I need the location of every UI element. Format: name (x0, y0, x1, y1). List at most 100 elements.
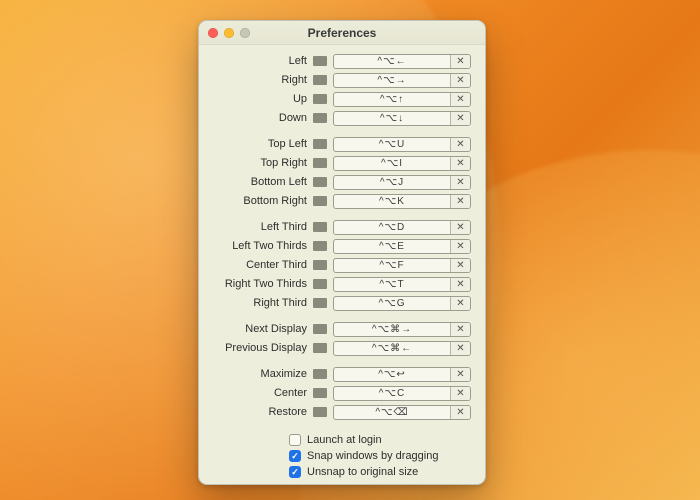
shortcut-row: Restore ^⌥⌫✕ (211, 404, 471, 420)
checkbox[interactable] (289, 450, 301, 462)
preferences-window: Preferences Left^⌥←✕Right^⌥→✕Up^⌥↑✕Down^… (198, 20, 486, 485)
shortcut-label: Bottom Left (211, 176, 307, 188)
shortcut-label: Next Display (211, 323, 307, 335)
clear-shortcut-button[interactable]: ✕ (450, 406, 470, 419)
shortcut-value: ^⌥F (334, 259, 450, 272)
clear-shortcut-button[interactable]: ✕ (450, 297, 470, 310)
shortcut-label: Bottom Right (211, 195, 307, 207)
shortcut-value: ^⌥D (334, 221, 450, 234)
shortcut-row: Top Left ^⌥U✕ (211, 136, 471, 152)
preferences-content: Left^⌥←✕Right^⌥→✕Up^⌥↑✕Down^⌥↓✕Top Left^… (199, 45, 485, 484)
clear-shortcut-button[interactable]: ✕ (450, 278, 470, 291)
shortcut-field[interactable]: ^⌥C✕ (333, 386, 471, 401)
shortcut-field[interactable]: ^⌥G✕ (333, 296, 471, 311)
clear-shortcut-button[interactable]: ✕ (450, 55, 470, 68)
shortcut-row: Top Right ^⌥I✕ (211, 155, 471, 171)
shortcut-field[interactable]: ^⌥U✕ (333, 137, 471, 152)
clear-shortcut-button[interactable]: ✕ (450, 112, 470, 125)
shortcut-row: Center Third ^⌥F✕ (211, 257, 471, 273)
checkbox[interactable] (289, 434, 301, 446)
shortcut-label: Maximize (211, 368, 307, 380)
shortcut-value: ^⌥↓ (334, 112, 450, 125)
checkbox-label: Snap windows by dragging (307, 450, 438, 462)
checkbox-row[interactable]: Unsnap to original size (289, 466, 418, 478)
shortcut-row: Bottom Right ^⌥K✕ (211, 193, 471, 209)
shortcut-field[interactable]: ^⌥F✕ (333, 258, 471, 273)
zoom-icon[interactable] (240, 28, 250, 38)
window-position-icon (313, 196, 327, 206)
clear-shortcut-button[interactable]: ✕ (450, 74, 470, 87)
shortcut-group: Left Third^⌥D✕Left Two Thirds^⌥E✕Center … (211, 219, 471, 311)
shortcut-field[interactable]: ^⌥↓✕ (333, 111, 471, 126)
shortcut-field[interactable]: ^⌥↩✕ (333, 367, 471, 382)
minimize-icon[interactable] (224, 28, 234, 38)
shortcut-field[interactable]: ^⌥D✕ (333, 220, 471, 235)
shortcut-value: ^⌥J (334, 176, 450, 189)
clear-shortcut-button[interactable]: ✕ (450, 93, 470, 106)
shortcut-row: Right Third ^⌥G✕ (211, 295, 471, 311)
shortcut-value: ^⌥U (334, 138, 450, 151)
shortcut-label: Left (211, 55, 307, 67)
shortcut-value: ^⌥↑ (334, 93, 450, 106)
clear-shortcut-button[interactable]: ✕ (450, 138, 470, 151)
clear-shortcut-button[interactable]: ✕ (450, 157, 470, 170)
shortcut-field[interactable]: ^⌥T✕ (333, 277, 471, 292)
shortcut-field[interactable]: ^⌥→✕ (333, 73, 471, 88)
titlebar: Preferences (199, 21, 485, 45)
shortcut-label: Top Left (211, 138, 307, 150)
shortcut-field[interactable]: ^⌥←✕ (333, 54, 471, 69)
shortcut-label: Center Third (211, 259, 307, 271)
window-position-icon (313, 94, 327, 104)
clear-shortcut-button[interactable]: ✕ (450, 176, 470, 189)
shortcut-row: Up ^⌥↑✕ (211, 91, 471, 107)
shortcut-row: Previous Display ^⌥⌘←✕ (211, 340, 471, 356)
window-position-icon (313, 177, 327, 187)
shortcut-field[interactable]: ^⌥E✕ (333, 239, 471, 254)
shortcut-group: Left^⌥←✕Right^⌥→✕Up^⌥↑✕Down^⌥↓✕ (211, 53, 471, 126)
window-position-icon (313, 279, 327, 289)
shortcut-value: ^⌥G (334, 297, 450, 310)
clear-shortcut-button[interactable]: ✕ (450, 368, 470, 381)
clear-shortcut-button[interactable]: ✕ (450, 387, 470, 400)
shortcut-field[interactable]: ^⌥I✕ (333, 156, 471, 171)
shortcut-field[interactable]: ^⌥⌫✕ (333, 405, 471, 420)
shortcut-field[interactable]: ^⌥↑✕ (333, 92, 471, 107)
shortcut-row: Right Two Thirds^⌥T✕ (211, 276, 471, 292)
shortcut-label: Right Third (211, 297, 307, 309)
shortcut-value: ^⌥E (334, 240, 450, 253)
shortcut-label: Top Right (211, 157, 307, 169)
window-position-icon (313, 241, 327, 251)
shortcut-field[interactable]: ^⌥⌘→✕ (333, 322, 471, 337)
window-position-icon (313, 388, 327, 398)
shortcut-value: ^⌥C (334, 387, 450, 400)
clear-shortcut-button[interactable]: ✕ (450, 259, 470, 272)
checkbox[interactable] (289, 466, 301, 478)
shortcut-field[interactable]: ^⌥⌘←✕ (333, 341, 471, 356)
window-position-icon (313, 407, 327, 417)
checkbox-label: Unsnap to original size (307, 466, 418, 478)
window-position-icon (313, 113, 327, 123)
window-position-icon (313, 369, 327, 379)
shortcut-label: Down (211, 112, 307, 124)
shortcut-label: Previous Display (211, 342, 307, 354)
checkbox-row[interactable]: Launch at login (289, 434, 382, 446)
clear-shortcut-button[interactable]: ✕ (450, 323, 470, 336)
clear-shortcut-button[interactable]: ✕ (450, 342, 470, 355)
shortcut-value: ^⌥→ (334, 74, 450, 87)
clear-shortcut-button[interactable]: ✕ (450, 240, 470, 253)
shortcut-row: Left ^⌥←✕ (211, 53, 471, 69)
shortcut-field[interactable]: ^⌥J✕ (333, 175, 471, 190)
window-position-icon (313, 222, 327, 232)
close-icon[interactable] (208, 28, 218, 38)
shortcut-label: Left Third (211, 221, 307, 233)
shortcut-field[interactable]: ^⌥K✕ (333, 194, 471, 209)
shortcut-label: Restore (211, 406, 307, 418)
shortcut-label: Up (211, 93, 307, 105)
shortcut-value: ^⌥⌘← (334, 342, 450, 355)
clear-shortcut-button[interactable]: ✕ (450, 195, 470, 208)
clear-shortcut-button[interactable]: ✕ (450, 221, 470, 234)
window-position-icon (313, 324, 327, 334)
shortcut-label: Left Two Thirds (211, 240, 307, 252)
checkbox-row[interactable]: Snap windows by dragging (289, 450, 438, 462)
window-position-icon (313, 75, 327, 85)
